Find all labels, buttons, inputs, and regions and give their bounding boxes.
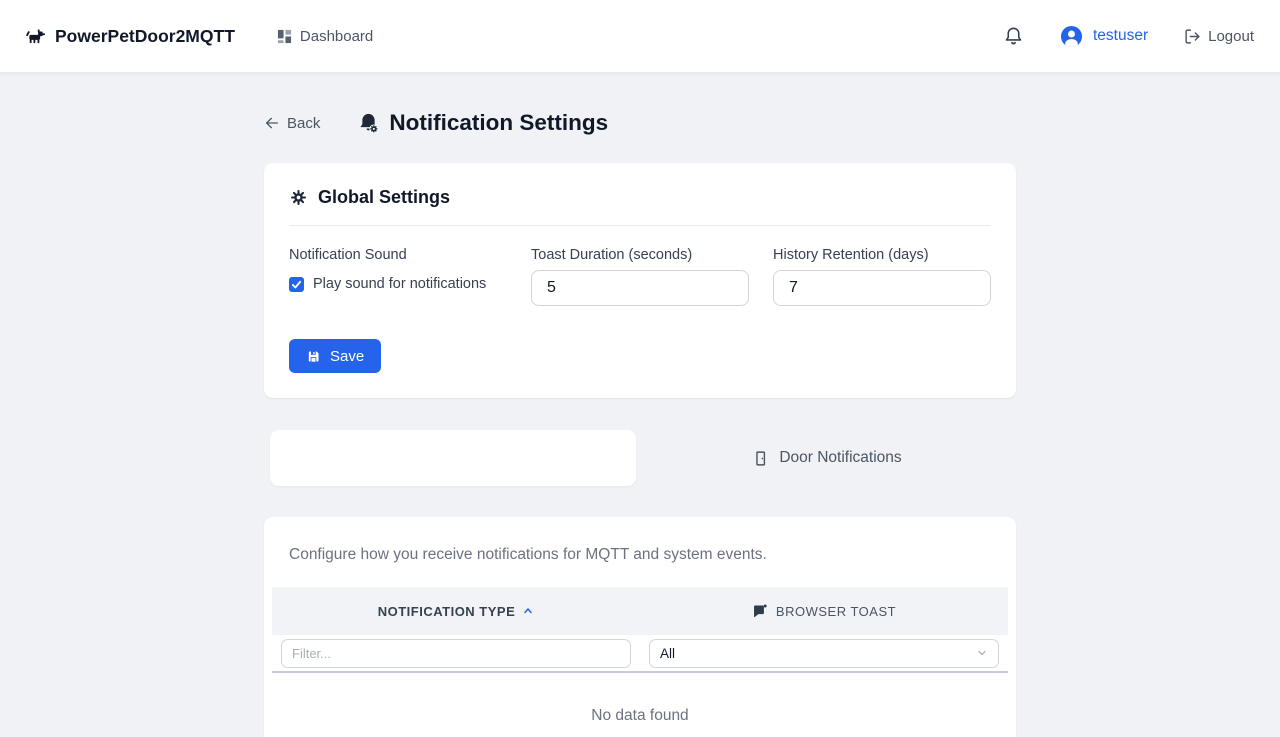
column-header-notification-type[interactable]: NOTIFICATION TYPE [272, 604, 640, 619]
sound-checkbox-row[interactable]: Play sound for notifications [289, 276, 507, 292]
field-history-retention: History Retention (days) [773, 247, 991, 306]
notification-type-label: NOTIFICATION TYPE [377, 603, 516, 619]
check-icon [291, 280, 302, 288]
caret-up-icon [522, 605, 534, 617]
user-avatar-icon [1060, 25, 1083, 48]
notification-tabs: Door Notifications [264, 430, 1016, 486]
filter-cell-toast: All [640, 638, 1008, 668]
type-filter-input[interactable] [281, 638, 631, 668]
column-header-browser-toast[interactable]: BROWSER TOAST [640, 603, 1008, 620]
save-label: Save [330, 347, 365, 365]
nav-dashboard-label: Dashboard [299, 27, 374, 45]
history-retention-input[interactable] [773, 270, 991, 306]
global-settings-title: Global Settings [318, 187, 451, 207]
brand-title: PowerPetDoor2MQTT [55, 25, 235, 46]
gear-icon [289, 188, 308, 207]
history-retention-label: History Retention (days) [773, 247, 929, 263]
toast-duration-input[interactable] [531, 270, 749, 306]
navbar: PowerPetDoor2MQTT Dashboard testuser Log… [0, 0, 1280, 73]
logout-button[interactable]: Logout [1184, 28, 1254, 45]
nav-dashboard[interactable]: Dashboard [277, 28, 373, 45]
notifications-table: NOTIFICATION TYPE BROWSER TOAST Filter..… [272, 587, 1008, 725]
field-toast-duration: Toast Duration (seconds) [531, 247, 749, 306]
message-square-dot-icon [752, 603, 769, 620]
dashboard-grid-icon [277, 29, 292, 44]
navbar-right: testuser Logout [1003, 25, 1254, 48]
global-settings-header: Global Settings [289, 187, 991, 226]
tab-door-notifications[interactable]: Door Notifications [644, 430, 1010, 486]
chevron-down-icon [976, 647, 988, 659]
table-empty-message: No data found [591, 707, 689, 724]
sound-checkbox[interactable] [289, 276, 304, 292]
notifications-card: Configure how you receive notifications … [264, 517, 1016, 737]
logout-label: Logout [1208, 27, 1254, 45]
toast-filter-value: All [660, 645, 676, 661]
field-notification-sound: Notification Sound Play sound for notifi… [289, 247, 507, 306]
toast-filter-select[interactable]: All [649, 638, 999, 668]
notifications-bell-button[interactable] [1003, 25, 1024, 47]
back-label: Back [287, 114, 321, 132]
page-title-wrap: Notification Settings [357, 110, 608, 136]
global-settings-card: Global Settings Notification Sound Play … [264, 163, 1016, 398]
filter-cell-type [272, 638, 640, 668]
toast-duration-label: Toast Duration (seconds) [531, 247, 693, 263]
dog-icon [26, 28, 46, 45]
user-menu[interactable]: testuser [1060, 25, 1148, 48]
page-header: Back Notification Settings [264, 110, 1016, 136]
bell-gear-icon [357, 112, 380, 135]
page-title: Notification Settings [389, 110, 609, 135]
global-settings-fields: Notification Sound Play sound for notifi… [289, 247, 991, 306]
table-header-row: NOTIFICATION TYPE BROWSER TOAST [272, 587, 1008, 635]
sound-checkbox-label: Play sound for notifications [313, 276, 487, 292]
floppy-disk-icon [306, 349, 321, 364]
sound-label: Notification Sound [289, 247, 407, 263]
tab-door-label: Door Notifications [779, 449, 902, 466]
tab-active-blank[interactable] [270, 430, 636, 486]
table-filter-row: All [272, 635, 1008, 673]
username-label: testuser [1092, 27, 1149, 44]
bell-icon [1003, 25, 1024, 47]
logout-icon [1184, 28, 1201, 45]
back-button[interactable]: Back [264, 115, 320, 132]
door-icon [752, 449, 769, 468]
arrow-left-icon [264, 115, 280, 131]
brand[interactable]: PowerPetDoor2MQTT [26, 26, 235, 47]
save-button[interactable]: Save [289, 339, 382, 373]
notifications-description: Configure how you receive notifications … [289, 546, 767, 563]
browser-toast-label: BROWSER TOAST [775, 603, 897, 619]
save-row: Save [289, 339, 991, 373]
